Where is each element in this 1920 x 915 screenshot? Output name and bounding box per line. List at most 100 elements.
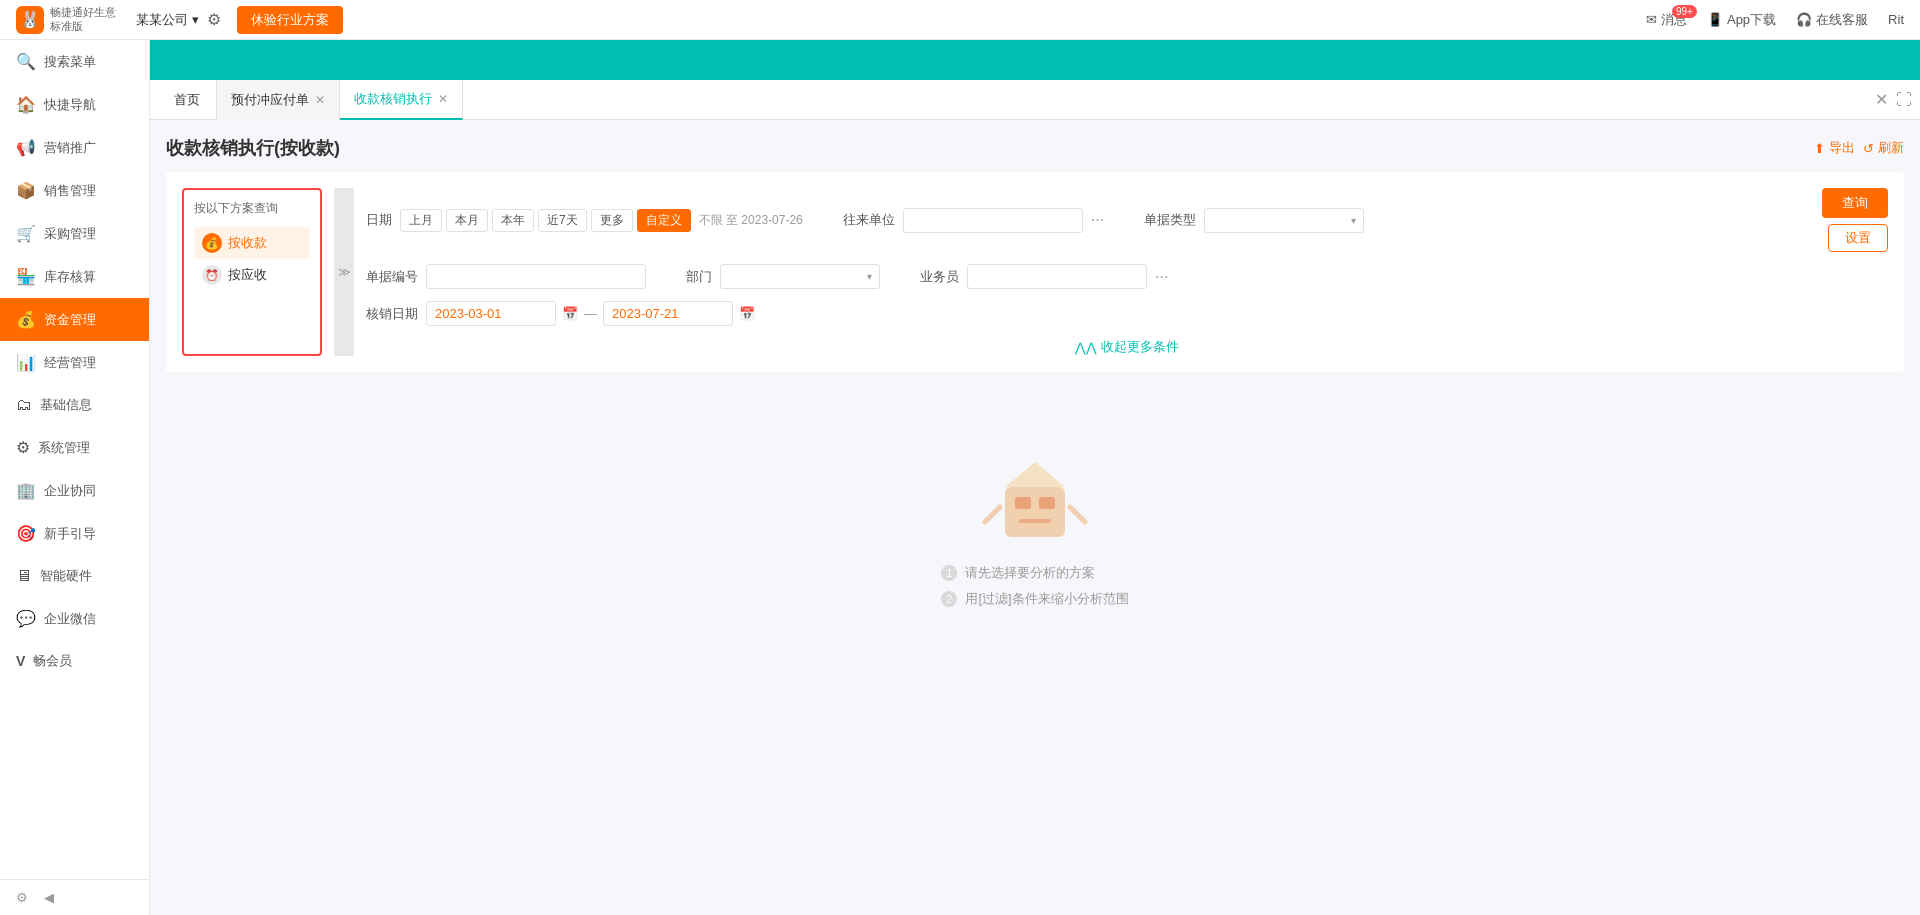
- tab-bar-actions: ✕ ⛶: [1875, 90, 1912, 109]
- refresh-icon: ↺: [1863, 141, 1874, 156]
- staff-input[interactable]: [967, 264, 1147, 289]
- system-icon: ⚙: [16, 438, 30, 457]
- staff-more-icon[interactable]: ···: [1155, 268, 1168, 286]
- date-field: 日期 上月 本月 本年 近7天 更多 自定义 不限 至 2023-07-26: [366, 209, 803, 232]
- calendar-from-icon[interactable]: 📅: [562, 306, 578, 321]
- refresh-button[interactable]: ↺ 刷新: [1863, 139, 1904, 157]
- business-icon: 📊: [16, 353, 36, 372]
- app-download-button[interactable]: 📱 App下载: [1707, 11, 1776, 29]
- message-icon: ✉: [1646, 12, 1657, 27]
- date-btn-more[interactable]: 更多: [591, 209, 633, 232]
- top-bar-right: ✉ 消息 99+ 📱 App下载 🎧 在线客服 Rit: [1646, 11, 1904, 29]
- sidebar-item-search[interactable]: 🔍 搜索菜单: [0, 40, 149, 83]
- tab-home[interactable]: 首页: [158, 80, 217, 120]
- sidebar-item-hardware[interactable]: 🖥 智能硬件: [0, 555, 149, 597]
- user-profile[interactable]: Rit: [1888, 12, 1904, 27]
- bottom-gear-icon[interactable]: ⚙: [16, 890, 28, 905]
- date-btn-this-month[interactable]: 本月: [446, 209, 488, 232]
- marketing-icon: 📢: [16, 138, 36, 157]
- tab-close-receipt[interactable]: ✕: [438, 92, 448, 106]
- sidebar-item-member[interactable]: V 畅会员: [0, 640, 149, 682]
- collapse-more-conditions[interactable]: ⋀⋀ 收起更多条件: [366, 338, 1888, 356]
- sidebar-item-marketing[interactable]: 📢 营销推广: [0, 126, 149, 169]
- filter-collapse-button[interactable]: ≫: [334, 188, 354, 356]
- tab-prepay[interactable]: 预付冲应付单 ✕: [217, 80, 340, 120]
- company-selector[interactable]: 某某公司 ▾: [136, 11, 199, 29]
- filter-option-by-payable[interactable]: ⏰ 按应收: [194, 259, 310, 291]
- empty-text: 1 请先选择要分析的方案 2 用[过滤]条件来缩小分析范围: [941, 564, 1128, 608]
- sidebar-collapse-icon[interactable]: ◀: [44, 890, 54, 905]
- counterparty-input[interactable]: [903, 208, 1083, 233]
- weixin-icon: 💬: [16, 609, 36, 628]
- sidebar-item-nav[interactable]: 🏠 快捷导航: [0, 83, 149, 126]
- filter-row-2: 单据编号 部门 ▾: [366, 264, 1888, 289]
- sidebar-item-base[interactable]: 🗂 基础信息: [0, 384, 149, 426]
- sidebar-item-business[interactable]: 📊 经营管理: [0, 341, 149, 384]
- date-btn-this-year[interactable]: 本年: [492, 209, 534, 232]
- bill-no-input[interactable]: [426, 264, 646, 289]
- message-button[interactable]: ✉ 消息 99+: [1646, 11, 1687, 29]
- sidebar-item-corp[interactable]: 🏢 企业协同: [0, 469, 149, 512]
- page-content: 收款核销执行(按收款) ⬆ 导出 ↺ 刷新 按以下方案查询: [150, 120, 1920, 915]
- svg-rect-0: [1005, 487, 1065, 537]
- empty-state: 1 请先选择要分析的方案 2 用[过滤]条件来缩小分析范围: [166, 372, 1904, 688]
- sidebar-item-weixin[interactable]: 💬 企业微信: [0, 597, 149, 640]
- svg-rect-3: [1019, 519, 1051, 523]
- staff-field: 业务员 ···: [920, 264, 1168, 289]
- sidebar-item-guide[interactable]: 🎯 新手引导: [0, 512, 149, 555]
- date-label: 日期: [366, 211, 392, 229]
- dept-label: 部门: [686, 268, 712, 286]
- date-btn-custom[interactable]: 自定义: [637, 209, 691, 232]
- calendar-to-icon[interactable]: 📅: [739, 306, 755, 321]
- hardware-icon: 🖥: [16, 567, 32, 585]
- filter-actions: 查询 设置: [1822, 188, 1888, 252]
- sidebar-item-inventory[interactable]: 🏪 库存核算: [0, 255, 149, 298]
- corp-icon: 🏢: [16, 481, 36, 500]
- verify-date-label: 核销日期: [366, 305, 418, 323]
- sales-icon: 📦: [16, 181, 36, 200]
- dept-field: 部门 ▾: [686, 264, 880, 289]
- solution-button[interactable]: 休验行业方案: [237, 6, 343, 34]
- filter-sidebar: 按以下方案查询 💰 按收款 ⏰ 按应收: [182, 188, 322, 356]
- main-layout: 🔍 搜索菜单 🏠 快捷导航 📢 营销推广 📦 销售管理 🛒 采购管理 🏪 库存核…: [0, 40, 1920, 915]
- sidebar-item-finance[interactable]: 💰 资金管理: [0, 298, 149, 341]
- logo: 🐰 畅捷通好生意 标准版: [16, 6, 116, 34]
- counterparty-more-icon[interactable]: ···: [1091, 211, 1104, 229]
- dept-select[interactable]: [720, 264, 880, 289]
- filter-form: 日期 上月 本月 本年 近7天 更多 自定义 不限 至 2023-07-26: [366, 188, 1888, 356]
- filter-panel: 按以下方案查询 💰 按收款 ⏰ 按应收 ≫: [166, 172, 1904, 372]
- export-button[interactable]: ⬆ 导出: [1814, 139, 1855, 157]
- tab-close-prepay[interactable]: ✕: [315, 93, 325, 107]
- tab-expand-icon[interactable]: ⛶: [1896, 91, 1912, 109]
- date-range-display: 不限 至 2023-07-26: [699, 212, 803, 229]
- search-icon: 🔍: [16, 52, 36, 71]
- tab-receipt[interactable]: 收款核销执行 ✕: [340, 80, 463, 120]
- setting-button[interactable]: 设置: [1828, 224, 1888, 252]
- sidebar-item-sales[interactable]: 📦 销售管理: [0, 169, 149, 212]
- verify-date-to[interactable]: [603, 301, 733, 326]
- collapse-icon: ⋀⋀: [1075, 340, 1097, 355]
- empty-svg: [975, 452, 1095, 552]
- svg-line-5: [985, 507, 1000, 522]
- sidebar-item-system[interactable]: ⚙ 系统管理: [0, 426, 149, 469]
- filter-option-by-receipt[interactable]: 💰 按收款: [194, 227, 310, 259]
- date-quick-buttons: 上月 本月 本年 近7天 更多 自定义: [400, 209, 691, 232]
- customer-service-button[interactable]: 🎧 在线客服: [1796, 11, 1868, 29]
- bill-type-select[interactable]: [1204, 208, 1364, 233]
- base-icon: 🗂: [16, 396, 32, 414]
- export-icon: ⬆: [1814, 141, 1825, 156]
- chevron-down-icon: ▾: [192, 12, 199, 27]
- settings-icon[interactable]: ⚙: [207, 10, 221, 29]
- hint-num-1: 1: [941, 565, 957, 581]
- sidebar-bottom: ⚙ ◀: [0, 879, 149, 915]
- verify-date-from[interactable]: [426, 301, 556, 326]
- sidebar-item-purchase[interactable]: 🛒 采购管理: [0, 212, 149, 255]
- counterparty-field: 往来单位 ···: [843, 208, 1104, 233]
- purchase-icon: 🛒: [16, 224, 36, 243]
- tab-close-all-icon[interactable]: ✕: [1875, 90, 1888, 109]
- date-btn-7days[interactable]: 近7天: [538, 209, 587, 232]
- date-btn-last-month[interactable]: 上月: [400, 209, 442, 232]
- filter-row-3: 核销日期 📅 — 📅: [366, 301, 1888, 326]
- verify-date-picker: 📅 — 📅: [426, 301, 755, 326]
- query-button[interactable]: 查询: [1822, 188, 1888, 218]
